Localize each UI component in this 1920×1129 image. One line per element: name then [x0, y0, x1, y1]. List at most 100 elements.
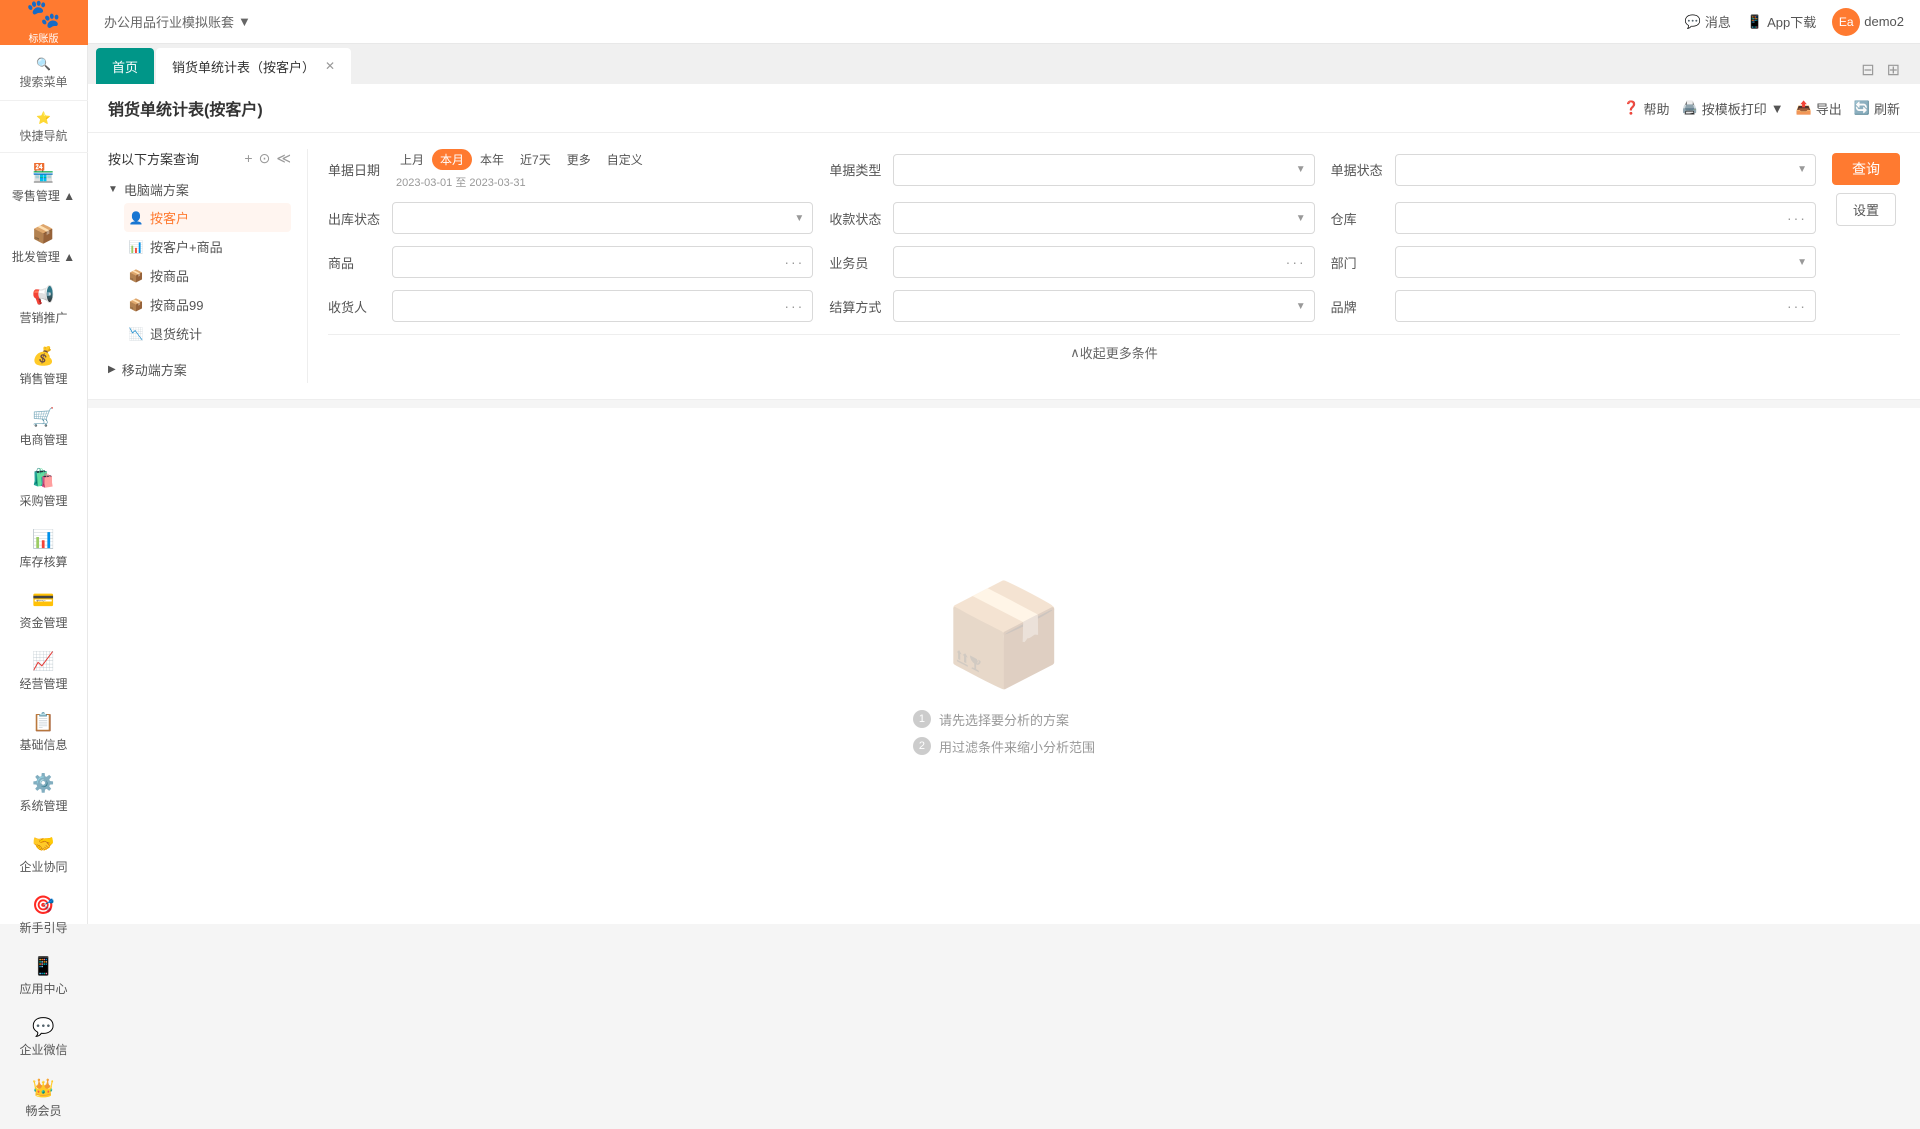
date-tab-prev-month[interactable]: 上月: [392, 149, 432, 170]
doc-type-field: 单据类型 ▼: [829, 154, 1314, 186]
search-icon: 🔍: [36, 57, 51, 71]
tab-home[interactable]: 首页: [96, 48, 154, 84]
department-field: 部门 ▼: [1331, 246, 1816, 278]
collapse-button[interactable]: ∧ 收起更多条件: [328, 334, 1900, 370]
scheme-item-by-goods[interactable]: 📦 按商品: [124, 261, 291, 290]
date-tab-cur-year[interactable]: 本年: [472, 149, 512, 170]
tab-close-icon[interactable]: ✕: [325, 59, 335, 73]
sidebar-item-member[interactable]: 👑 畅会员: [0, 1068, 88, 1129]
empty-state: 📦 1 请先选择要分析的方案 2 用过滤条件来缩小分析范围: [88, 408, 1920, 924]
scheme-item-by-goods-99[interactable]: 📦 按商品99: [124, 290, 291, 319]
export-icon: 📤: [1796, 100, 1812, 116]
sidebar-item-finance[interactable]: 💳 资金管理: [0, 580, 88, 641]
tab-expand-icon[interactable]: ⊞: [1883, 56, 1904, 84]
salesman-dots-icon: ···: [1286, 254, 1306, 270]
warehouse-dots-icon: ···: [1787, 210, 1807, 226]
salesman-label: 业务员: [829, 253, 885, 272]
logo-text: 标账版: [29, 30, 59, 45]
tabs-controls: ⊟ ⊞: [1857, 56, 1912, 84]
doc-status-arrow-icon: ▼: [1797, 164, 1807, 175]
print-button[interactable]: 🖨️ 按模板打印 ▼: [1682, 99, 1784, 118]
date-range: 2023-03-01 至 2023-03-31: [392, 174, 813, 190]
sidebar-item-newbie[interactable]: 🎯 新手引导: [0, 885, 88, 946]
scheme-header: 按以下方案查询 + ⊙ ≪: [108, 149, 291, 168]
app-download-button[interactable]: 📱 App下载: [1747, 12, 1816, 31]
sidebar-item-wholesale[interactable]: 📦 批发管理 ▲: [0, 214, 88, 275]
scheme-edit-icon[interactable]: ⊙: [259, 150, 271, 167]
doc-status-input[interactable]: ▼: [1395, 154, 1816, 186]
receipt-status-label: 收款状态: [829, 209, 885, 228]
sidebar-item-marketing[interactable]: 📢 营销推广: [0, 275, 88, 336]
filter-row-1: 单据日期 上月 本月 本年 近7天 更多 自定义: [328, 149, 1816, 190]
message-button[interactable]: 💬 消息: [1685, 12, 1731, 31]
sidebar-nav[interactable]: ⭐ 快捷导航: [0, 101, 88, 153]
sidebar-item-wechat[interactable]: 💬 企业微信: [0, 1007, 88, 1068]
payment-input[interactable]: ▼: [893, 290, 1314, 322]
appcenter-icon: 📱: [32, 956, 54, 977]
help-icon: ❓: [1623, 100, 1639, 116]
tab-minimize-icon[interactable]: ⊟: [1857, 56, 1878, 84]
goods-dots-icon: ···: [784, 254, 804, 270]
desktop-scheme-group: ▼ 电脑端方案 👤 按客户 📊 按客户+商品 📦: [108, 176, 291, 348]
goods-input[interactable]: ···: [392, 246, 813, 278]
department-label: 部门: [1331, 253, 1387, 272]
receipt-status-input[interactable]: ▼: [893, 202, 1314, 234]
doc-type-input[interactable]: ▼: [893, 154, 1314, 186]
export-button[interactable]: 📤 导出: [1796, 99, 1842, 118]
date-tab-custom[interactable]: 自定义: [599, 149, 651, 170]
empty-tip-2: 2 用过滤条件来缩小分析范围: [913, 737, 1095, 756]
sidebar-item-sales[interactable]: 💰 销售管理: [0, 336, 88, 397]
settings-button[interactable]: 设置: [1836, 193, 1896, 226]
refresh-button[interactable]: 🔄 刷新: [1854, 99, 1900, 118]
date-tab-cur-month[interactable]: 本月: [432, 149, 472, 170]
by-customer-goods-label: 按客户+商品: [150, 237, 223, 256]
desktop-scheme-items: 👤 按客户 📊 按客户+商品 📦 按商品 📦: [108, 203, 291, 348]
message-icon: 💬: [1685, 14, 1701, 30]
print-label: 按模板打印: [1702, 99, 1767, 118]
user-profile[interactable]: Ea demo2: [1832, 8, 1904, 36]
scheme-add-icon[interactable]: +: [244, 150, 252, 167]
desktop-group-header[interactable]: ▼ 电脑端方案: [108, 176, 291, 203]
scheme-panel: 按以下方案查询 + ⊙ ≪ ▼ 电脑端方案 👤: [108, 149, 308, 383]
scheme-item-by-customer[interactable]: 👤 按客户: [124, 203, 291, 232]
sidebar-item-retail[interactable]: 🏪 零售管理 ▲: [0, 153, 88, 214]
sidebar-item-system[interactable]: ⚙️ 系统管理: [0, 763, 88, 824]
brand-input[interactable]: ···: [1395, 290, 1816, 322]
receiver-input[interactable]: ···: [392, 290, 813, 322]
sidebar-search[interactable]: 🔍 搜索菜单: [0, 45, 88, 101]
sidebar-item-coop[interactable]: 🤝 企业协同: [0, 824, 88, 885]
tab-sales-stat[interactable]: 销货单统计表（按客户） ✕: [156, 48, 351, 84]
brand-label: 品牌: [1331, 297, 1387, 316]
sidebar-item-operation[interactable]: 📈 经营管理: [0, 641, 88, 702]
warehouse-label: 仓库: [1331, 209, 1387, 228]
salesman-input[interactable]: ···: [893, 246, 1314, 278]
mobile-group-header[interactable]: ▶ 移动端方案: [108, 356, 291, 383]
doc-status-label: 单据状态: [1331, 160, 1387, 179]
department-arrow-icon: ▼: [1797, 257, 1807, 268]
sidebar-item-ecommerce[interactable]: 🛒 电商管理: [0, 397, 88, 458]
tab-bar: 首页 销货单统计表（按客户） ✕ ⊟ ⊞: [88, 44, 1920, 84]
basic-icon: 📋: [32, 712, 54, 733]
scheme-item-by-customer-goods[interactable]: 📊 按客户+商品: [124, 232, 291, 261]
sidebar-item-appcenter[interactable]: 📱 应用中心: [0, 946, 88, 1007]
help-button[interactable]: ❓ 帮助: [1623, 99, 1669, 118]
date-tab-more[interactable]: 更多: [559, 149, 599, 170]
sidebar-item-basic[interactable]: 📋 基础信息: [0, 702, 88, 763]
sidebar-item-purchase[interactable]: 🛍️ 采购管理: [0, 458, 88, 519]
department-input[interactable]: ▼: [1395, 246, 1816, 278]
industry-selector[interactable]: 办公用品行业模拟账套 ▼: [104, 12, 251, 31]
scheme-collapse-icon[interactable]: ≪: [276, 150, 291, 167]
date-tab-7days[interactable]: 近7天: [512, 149, 559, 170]
payment-field: 结算方式 ▼: [829, 290, 1314, 322]
query-button[interactable]: 查询: [1832, 153, 1900, 185]
scheme-item-refund-stat[interactable]: 📉 退货统计: [124, 319, 291, 348]
sidebar-search-label: 搜索菜单: [19, 73, 67, 90]
sidebar-item-system-label: 系统管理: [19, 797, 67, 814]
sidebar-item-inventory[interactable]: 📊 库存核算: [0, 519, 88, 580]
export-label: 导出: [1816, 99, 1842, 118]
refresh-label: 刷新: [1874, 99, 1900, 118]
out-status-input[interactable]: ▼: [392, 202, 813, 234]
download-icon: 📱: [1747, 14, 1763, 30]
warehouse-input[interactable]: ···: [1395, 202, 1816, 234]
sidebar-item-retail-label: 零售管理 ▲: [12, 187, 75, 204]
